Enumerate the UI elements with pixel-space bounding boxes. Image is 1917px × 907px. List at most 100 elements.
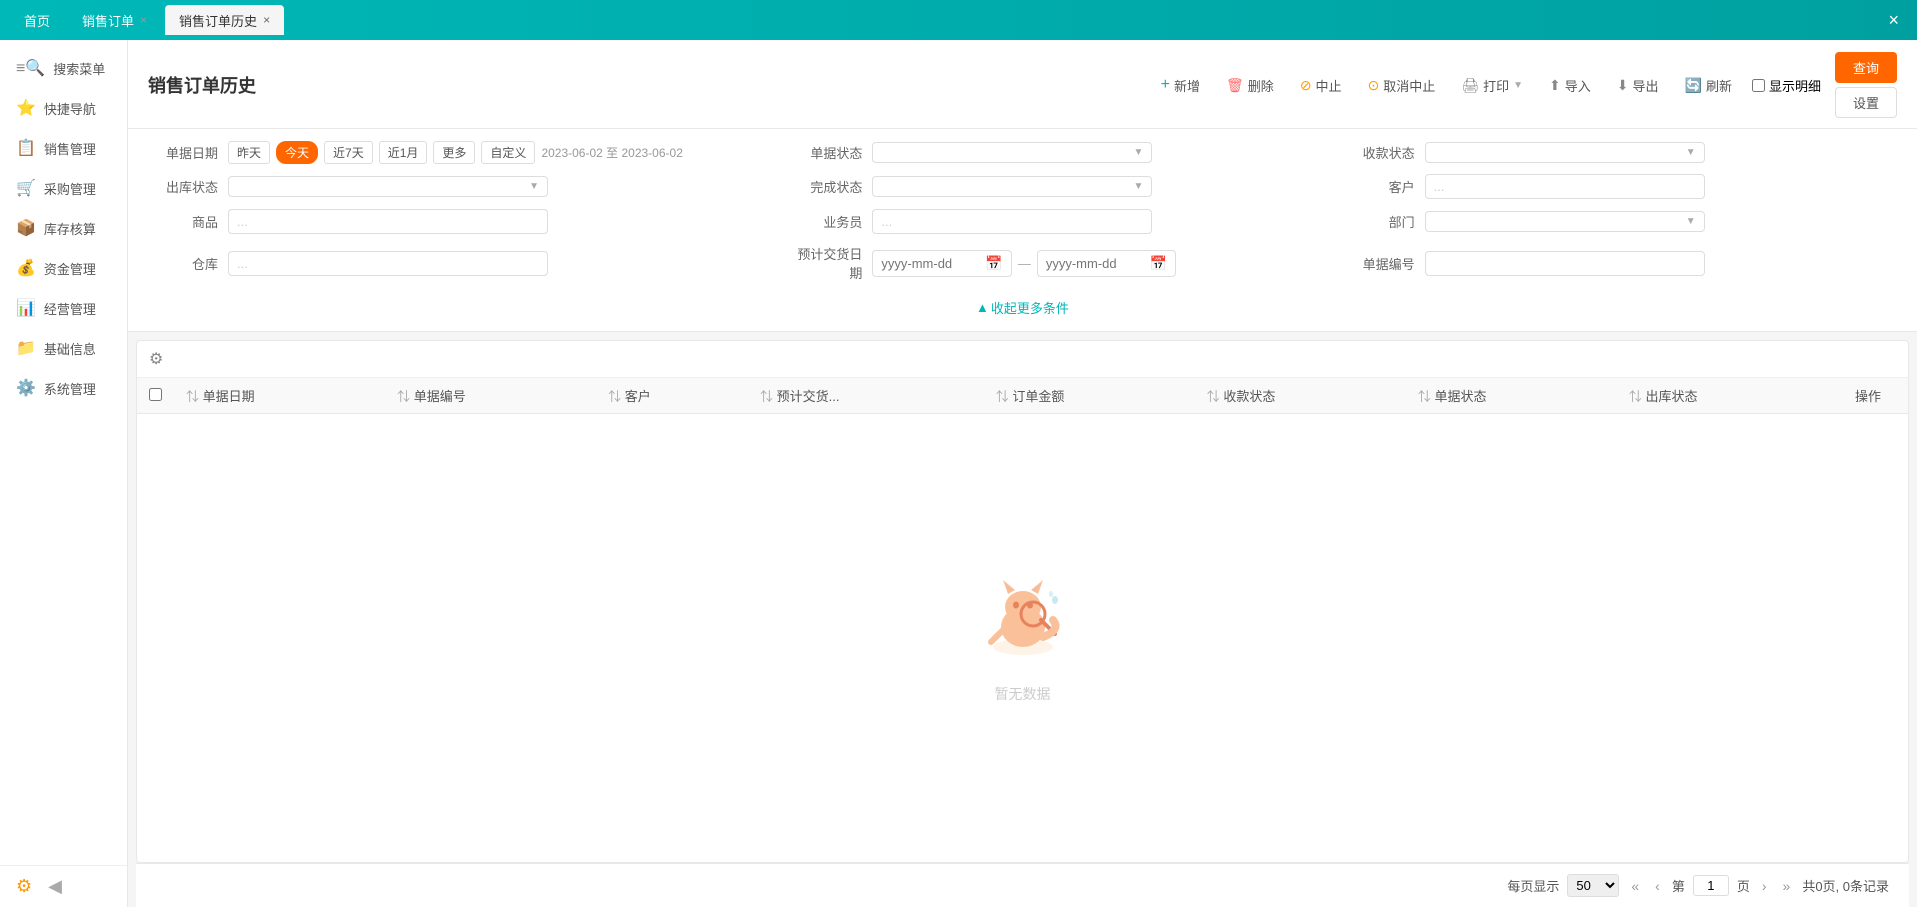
col-delivery-date[interactable]: ⇅ 预计交货...: [748, 378, 984, 414]
base-info-icon: 📁: [16, 338, 36, 358]
col-out-status[interactable]: ⇅ 出库状态: [1617, 378, 1828, 414]
tab-sales-order[interactable]: 销售订单 ×: [68, 5, 161, 35]
col-payment-label: 收款状态: [1223, 389, 1275, 404]
finance-icon: 💰: [16, 258, 36, 278]
sidebar-item-purchase-mgmt[interactable]: 🛒 采购管理: [0, 168, 127, 208]
col-number[interactable]: ⇅ 单据编号: [385, 378, 596, 414]
col-date-sort-icon: ⇅: [186, 389, 199, 404]
stop-button[interactable]: ⊘ 中止: [1290, 71, 1352, 100]
delete-button[interactable]: 🗑 删除: [1216, 71, 1284, 100]
salesperson-input-wrap: [872, 209, 1152, 234]
tab-home[interactable]: 首页: [10, 5, 64, 35]
empty-text: 暂无数据: [995, 684, 1051, 704]
table-header-row: ⇅ 单据日期 ⇅ 单据编号 ⇅ 客户 ⇅ 预计交: [137, 378, 1908, 414]
query-button[interactable]: 查询: [1835, 52, 1897, 83]
collapse-btn[interactable]: ▲ 收起更多条件: [976, 298, 1069, 317]
outbound-status-select[interactable]: ▼: [228, 176, 548, 197]
customer-input[interactable]: [1434, 179, 1696, 194]
sidebar-item-quick-nav[interactable]: ⭐ 快捷导航: [0, 88, 127, 128]
col-delivery-label: 预计交货...: [777, 389, 840, 404]
delivery-date-end-input[interactable]: [1046, 256, 1146, 271]
purchase-mgmt-icon: 🛒: [16, 178, 36, 198]
sidebar-item-sys-label: 系统管理: [44, 379, 96, 398]
col-payment-status[interactable]: ⇅ 收款状态: [1195, 378, 1406, 414]
col-ops-label: 操作: [1855, 389, 1881, 404]
print-button[interactable]: 🖨 打印 ▼: [1451, 71, 1533, 100]
add-button[interactable]: + 新增: [1151, 71, 1210, 100]
table-settings-icon[interactable]: ⚙: [149, 349, 163, 369]
search-menu-icon: ≡🔍: [16, 58, 45, 78]
sidebar-item-sys-mgmt[interactable]: ⚙️ 系统管理: [0, 368, 127, 408]
date-1month-btn[interactable]: 近1月: [379, 141, 428, 164]
window-close-button[interactable]: ×: [1880, 10, 1907, 31]
delivery-date-start-input[interactable]: [881, 256, 981, 271]
prev-page-button[interactable]: ‹: [1651, 876, 1664, 896]
tab-sales-order-close[interactable]: ×: [140, 13, 147, 27]
sidebar-bottom: ⚙ ◀: [0, 865, 127, 907]
sidebar-item-sales-mgmt[interactable]: 📋 销售管理: [0, 128, 127, 168]
date-range-display: 2023-06-02 至 2023-06-02: [541, 144, 682, 161]
payment-status-label: 收款状态: [1345, 143, 1425, 162]
doc-status-select[interactable]: ▼: [872, 142, 1152, 163]
sys-mgmt-icon: ⚙️: [16, 378, 36, 398]
warehouse-input[interactable]: [237, 256, 539, 271]
customer-label: 客户: [1345, 177, 1425, 196]
per-page-label: 每页显示: [1507, 876, 1559, 895]
empty-illustration: [973, 572, 1073, 672]
dept-select[interactable]: ▼: [1425, 211, 1705, 232]
salesperson-input[interactable]: [881, 214, 1143, 229]
date-more-btn[interactable]: 更多: [433, 141, 475, 164]
doc-number-input-wrap: [1425, 251, 1705, 276]
set-button[interactable]: 设置: [1835, 87, 1897, 118]
import-button[interactable]: ⬆ 导入: [1539, 71, 1601, 100]
customer-input-wrap: [1425, 174, 1705, 199]
sidebar-item-finance[interactable]: 💰 资金管理: [0, 248, 127, 288]
first-page-button[interactable]: «: [1627, 876, 1643, 896]
date-custom-btn[interactable]: 自定义: [481, 141, 535, 164]
filter-area: 单据日期 昨天 今天 近7天 近1月 更多 自定义 2023-06-02 至 2…: [128, 129, 1917, 332]
warehouse-label: 仓库: [148, 254, 228, 273]
sidebar-item-finance-label: 资金管理: [44, 259, 96, 278]
sidebar-collapse-icon[interactable]: ◀: [48, 876, 62, 897]
next-page-button[interactable]: ›: [1758, 876, 1771, 896]
date-yesterday-btn[interactable]: 昨天: [228, 141, 270, 164]
date-today-btn[interactable]: 今天: [276, 141, 318, 164]
date-7days-btn[interactable]: 近7天: [324, 141, 373, 164]
goods-input[interactable]: [237, 214, 539, 229]
page-number-input[interactable]: [1693, 875, 1729, 896]
sidebar-item-inventory-label: 库存核算: [44, 219, 96, 238]
col-amount-label: 订单金额: [1012, 389, 1064, 404]
sidebar-item-purchase-label: 采购管理: [44, 179, 96, 198]
col-customer[interactable]: ⇅ 客户: [596, 378, 748, 414]
col-date-label: 单据日期: [203, 389, 255, 404]
doc-number-input[interactable]: [1434, 256, 1696, 271]
sidebar-item-inventory[interactable]: 📦 库存核算: [0, 208, 127, 248]
add-icon: +: [1161, 76, 1170, 94]
export-button[interactable]: ⬇ 导出: [1607, 71, 1669, 100]
doc-status-arrow-icon: ▼: [1133, 147, 1143, 158]
tab-sales-order-history[interactable]: 销售订单历史 ×: [165, 5, 284, 35]
payment-status-select[interactable]: ▼: [1425, 142, 1705, 163]
date-filter-label: 单据日期: [148, 143, 228, 162]
col-amount[interactable]: ⇅ 订单金额: [984, 378, 1195, 414]
tab-history-close[interactable]: ×: [263, 13, 270, 27]
complete-status-select[interactable]: ▼: [872, 176, 1152, 197]
last-page-button[interactable]: »: [1779, 876, 1795, 896]
sidebar-settings-icon[interactable]: ⚙: [16, 876, 32, 897]
sidebar-item-operations[interactable]: 📊 经营管理: [0, 288, 127, 328]
main-layout: ≡🔍 搜索菜单 ⭐ 快捷导航 📋 销售管理 🛒 采购管理 📦 库存核算 💰 资金…: [0, 40, 1917, 907]
per-page-select[interactable]: 50 100 200: [1567, 874, 1619, 897]
col-doc-status[interactable]: ⇅ 单据状态: [1406, 378, 1617, 414]
sidebar-item-base-label: 基础信息: [44, 339, 96, 358]
delete-label: 删除: [1248, 76, 1274, 95]
table-area: ⚙ ⇅ 单据日期 ⇅ 单据编号: [136, 340, 1909, 863]
refresh-button[interactable]: 🔄 刷新: [1675, 71, 1742, 100]
sidebar-item-sales-label: 销售管理: [44, 139, 96, 158]
sidebar-item-base-info[interactable]: 📁 基础信息: [0, 328, 127, 368]
page-title: 销售订单历史: [148, 72, 256, 98]
col-date[interactable]: ⇅ 单据日期: [174, 378, 385, 414]
cancel-stop-button[interactable]: ⊙ 取消中止: [1358, 71, 1446, 100]
select-all-checkbox[interactable]: [149, 388, 162, 401]
sidebar-item-search-menu[interactable]: ≡🔍 搜索菜单: [0, 48, 127, 88]
display-detail-checkbox[interactable]: [1752, 79, 1765, 92]
